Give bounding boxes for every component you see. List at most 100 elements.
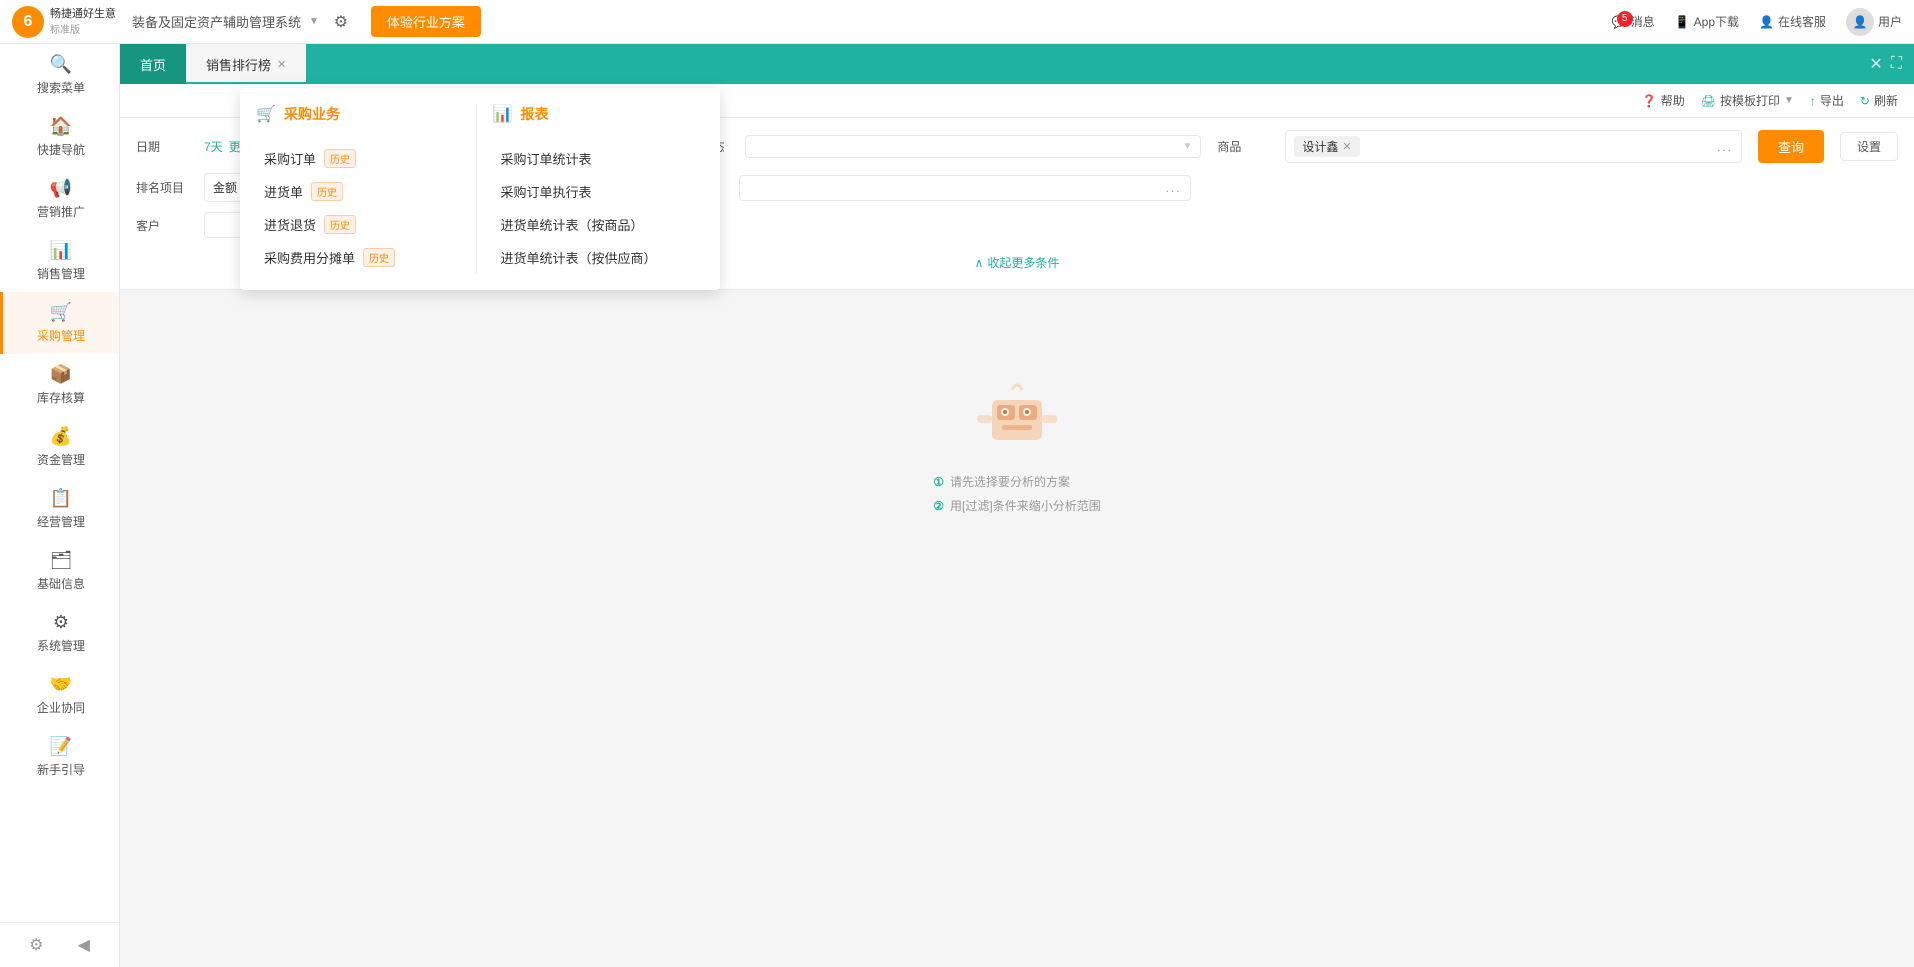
tab-close-btn[interactable]: ✕ [277,58,286,71]
sales-rank-tab-label: 销售排行榜 [206,55,271,74]
stock-in-label: 进货单 [264,182,303,201]
print-dropdown-icon[interactable]: ▼ [1784,95,1794,106]
template-print-btn[interactable]: 🖨 按模板打印 ▼ [1701,92,1794,109]
menu-po-stats[interactable]: 采购订单统计表 [493,142,705,175]
empty-tips: ① 请先选择要分析的方案 ② 用[过滤]条件来缩小分析范围 [933,470,1100,518]
rank-item-label: 排名项目 [136,179,196,196]
voucher-status-dropdown[interactable]: ▼ [1182,141,1192,152]
message-label: 消息 [1631,13,1655,30]
sidebar: 🔍 搜索菜单 🏠 快捷导航 📢 营销推广 📊 销售管理 🛒 采购管理 📦 库存核… [0,44,120,967]
help-btn[interactable]: ❓ 帮助 [1642,92,1685,109]
salesperson-input[interactable]: ... [739,175,1190,201]
tab-sales-rank[interactable]: 销售排行榜 ✕ [186,44,306,84]
filter-salesperson: 业务员 ... [671,175,1190,201]
salesperson-more-btn[interactable]: ... [1166,181,1182,195]
goods-tag-text: 设计鑫 [1302,138,1338,155]
system-dropdown-btn[interactable]: ▼ [309,16,319,27]
menu-purchase-expense[interactable]: 采购费用分摊单 历史 [256,241,468,274]
help-icon: ❓ [1642,94,1657,108]
goods-tag: 设计鑫 ✕ [1294,136,1359,157]
user-area[interactable]: 👤 用户 [1846,8,1902,36]
purchase-dropdown-menu: 🛒 采购业务 采购订单 历史 进货单 历史 进货退货 历史 [240,88,720,290]
sidebar-collapse-btn[interactable]: ◀ [78,935,90,955]
cart-icon: 🛒 [50,302,72,323]
service-icon: 👤 [1759,15,1774,29]
tab-maximize-btn[interactable]: ⛶ [1891,55,1902,73]
goods-tag-close[interactable]: ✕ [1342,140,1351,153]
sidebar-item-search[interactable]: 🔍 搜索菜单 [0,44,119,106]
sidebar-item-finance[interactable]: 💰 资金管理 [0,416,119,478]
purchase-order-history: 历史 [324,149,356,168]
tab-close-all-btn[interactable]: ✕ [1869,54,1882,74]
top-header: 6 畅捷通好生意 标准版 装备及固定资产辅助管理系统 ▼ ⚙ 体验行业方案 💬 … [0,0,1914,44]
clipboard-icon: 📋 [50,488,72,509]
logo-area: 6 畅捷通好生意 标准版 [12,6,132,38]
sidebar-item-enterprise[interactable]: 🤝 企业协同 [0,664,119,726]
menu-stock-by-goods[interactable]: 进货单统计表（按商品） [493,208,705,241]
sidebar-item-system[interactable]: ⚙ 系统管理 [0,602,119,664]
collapse-label: 收起更多条件 [987,254,1059,271]
dropdown-columns: 🛒 采购业务 采购订单 历史 进货单 历史 进货退货 历史 [256,104,704,274]
sidebar-item-guide[interactable]: 📝 新手引导 [0,726,119,788]
guide-icon: 📝 [50,736,72,757]
brand-name: 畅捷通好生意 [50,7,116,21]
sidebar-item-stock[interactable]: 📦 库存核算 [0,354,119,416]
report-col-title: 📊 报表 [493,104,705,130]
collapse-icon: ∧ [975,256,984,270]
sidebar-bottom: ⚙ ◀ [0,922,119,967]
tab-bar-right: ✕ ⛶ [1869,54,1914,74]
goods-more-btn[interactable]: ... [1717,140,1733,154]
system-settings-btn[interactable]: ⚙ [327,8,355,36]
export-btn[interactable]: ↑ 导出 [1810,92,1844,109]
menu-po-exec[interactable]: 采购订单执行表 [493,175,705,208]
goods-input[interactable]: 设计鑫 ✕ ... [1285,130,1742,163]
tip-1: ① 请先选择要分析的方案 [933,470,1100,494]
set-btn[interactable]: 设置 [1840,132,1898,161]
refresh-btn[interactable]: ↻ 刷新 [1860,92,1898,109]
return-goods-label: 进货退货 [264,215,316,234]
search-icon: 🔍 [50,54,72,75]
sidebar-item-sales[interactable]: 📊 销售管理 [0,230,119,292]
main-layout: 🔍 搜索菜单 🏠 快捷导航 📢 营销推广 📊 销售管理 🛒 采购管理 📦 库存核… [0,44,1914,967]
box-icon: 📦 [50,364,72,385]
home-icon: 🏠 [50,116,72,137]
content-area: 首页 销售排行榜 ✕ ✕ ⛶ ❓ 帮助 🖨 按模板 [120,44,1914,967]
purchase-order-label: 采购订单 [264,149,316,168]
report-col-icon: 📊 [493,104,513,124]
sidebar-item-purchase[interactable]: 🛒 采购管理 [0,292,119,354]
sidebar-item-quick[interactable]: 🏠 快捷导航 [0,106,119,168]
sidebar-label-purchase: 采购管理 [37,327,85,344]
sidebar-label-enterprise: 企业协同 [37,699,85,716]
sidebar-item-operation[interactable]: 📋 经营管理 [0,478,119,540]
sidebar-label-quick: 快捷导航 [37,141,85,158]
menu-return-goods[interactable]: 进货退货 历史 [256,208,468,241]
message-btn[interactable]: 💬 5 消息 [1612,13,1655,30]
date-7days-btn[interactable]: 7天 [204,138,223,155]
voucher-status-input[interactable]: ▼ [745,135,1202,158]
user-label: 用户 [1878,13,1902,30]
tab-bar: 首页 销售排行榜 ✕ ✕ ⛶ [120,44,1914,84]
sidebar-item-basic[interactable]: 🗂 基础信息 [0,540,119,602]
stock-in-history: 历史 [311,182,343,201]
sidebar-item-marketing[interactable]: 📢 营销推广 [0,168,119,230]
sidebar-label-search: 搜索菜单 [37,79,85,96]
industry-btn[interactable]: 体验行业方案 [371,6,481,37]
query-btn[interactable]: 查询 [1758,130,1824,163]
template-print-label: 按模板打印 [1720,92,1780,109]
filter-voucher-status: 单据状态 ▼ [677,135,1202,158]
chart-icon: 📊 [50,240,72,261]
online-service-btn[interactable]: 👤 在线客服 [1759,13,1826,30]
sidebar-label-operation: 经营管理 [37,513,85,530]
app-download-btn[interactable]: 📱 App下载 [1675,13,1739,30]
sidebar-label-marketing: 营销推广 [37,203,85,220]
logo-icon: 6 [12,6,44,38]
menu-stock-in[interactable]: 进货单 历史 [256,175,468,208]
sidebar-settings-btn[interactable]: ⚙ [29,935,43,955]
menu-purchase-order[interactable]: 采购订单 历史 [256,142,468,175]
sidebar-label-finance: 资金管理 [37,451,85,468]
purchase-expense-label: 采购费用分摊单 [264,248,355,267]
online-service-label: 在线客服 [1778,13,1826,30]
menu-stock-by-supplier[interactable]: 进货单统计表（按供应商） [493,241,705,274]
tab-home[interactable]: 首页 [120,44,186,84]
export-icon: ↑ [1810,94,1816,108]
